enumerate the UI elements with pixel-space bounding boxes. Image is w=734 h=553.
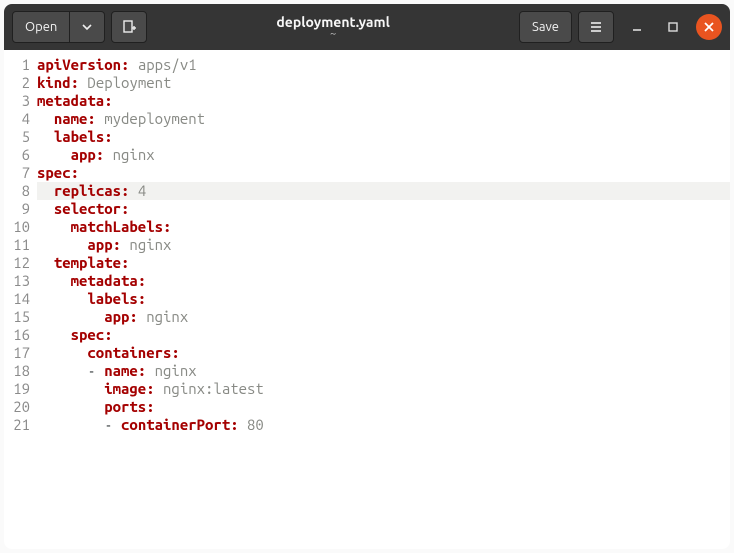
line-number: 14: [4, 290, 30, 308]
line-number: 13: [4, 272, 30, 290]
line-number: 8: [4, 182, 30, 200]
code-line: template:: [37, 254, 730, 272]
open-button[interactable]: Open: [12, 11, 70, 43]
open-button-group: Open: [12, 11, 105, 43]
maximize-icon: [667, 21, 679, 33]
code-line: ports:: [37, 398, 730, 416]
code-line: labels:: [37, 128, 730, 146]
document-subtitle: ~: [153, 28, 513, 40]
window-close-button[interactable]: [696, 14, 722, 40]
line-number: 6: [4, 146, 30, 164]
line-number: 11: [4, 236, 30, 254]
code-line: metadata:: [37, 92, 730, 110]
code-line: selector:: [37, 200, 730, 218]
close-icon: [703, 21, 715, 33]
code-line: containers:: [37, 344, 730, 362]
line-number: 9: [4, 200, 30, 218]
hamburger-icon: [589, 20, 603, 34]
editor-area[interactable]: 123456789101112131415161718192021 apiVer…: [4, 50, 730, 549]
code-line: replicas: 4: [37, 182, 730, 200]
code-line: app: nginx: [37, 236, 730, 254]
new-tab-button[interactable]: [111, 11, 147, 43]
line-number: 5: [4, 128, 30, 146]
line-number: 16: [4, 326, 30, 344]
line-number: 1: [4, 56, 30, 74]
code-line: kind: Deployment: [37, 74, 730, 92]
hamburger-menu-button[interactable]: [578, 11, 614, 43]
code-line: - containerPort: 80: [37, 416, 730, 434]
code-line: name: mydeployment: [37, 110, 730, 128]
code-line: metadata:: [37, 272, 730, 290]
save-label: Save: [532, 20, 559, 34]
line-number-gutter: 123456789101112131415161718192021: [4, 50, 33, 549]
line-number: 18: [4, 362, 30, 380]
line-number: 2: [4, 74, 30, 92]
window-maximize-button[interactable]: [660, 14, 686, 40]
line-number: 15: [4, 308, 30, 326]
minimize-icon: [631, 21, 643, 33]
line-number: 12: [4, 254, 30, 272]
window-minimize-button[interactable]: [624, 14, 650, 40]
new-document-icon: [121, 19, 137, 35]
line-number: 10: [4, 218, 30, 236]
line-number: 7: [4, 164, 30, 182]
code-line: - name: nginx: [37, 362, 730, 380]
title-bar: Open deployment.yaml ~ Save: [4, 4, 730, 50]
line-number: 17: [4, 344, 30, 362]
code-line: app: nginx: [37, 146, 730, 164]
code-content[interactable]: apiVersion: apps/v1kind: Deploymentmetad…: [33, 50, 730, 549]
code-line: app: nginx: [37, 308, 730, 326]
line-number: 4: [4, 110, 30, 128]
title-center: deployment.yaml ~: [153, 14, 513, 40]
line-number: 19: [4, 380, 30, 398]
chevron-down-icon: [82, 22, 92, 32]
open-label: Open: [25, 20, 57, 34]
line-number: 3: [4, 92, 30, 110]
save-button[interactable]: Save: [519, 11, 572, 43]
line-number: 21: [4, 416, 30, 434]
code-line: spec:: [37, 164, 730, 182]
open-dropdown-button[interactable]: [70, 11, 105, 43]
code-line: image: nginx:latest: [37, 380, 730, 398]
code-line: labels:: [37, 290, 730, 308]
line-number: 20: [4, 398, 30, 416]
code-line: apiVersion: apps/v1: [37, 56, 730, 74]
code-line: spec:: [37, 326, 730, 344]
code-line: matchLabels:: [37, 218, 730, 236]
